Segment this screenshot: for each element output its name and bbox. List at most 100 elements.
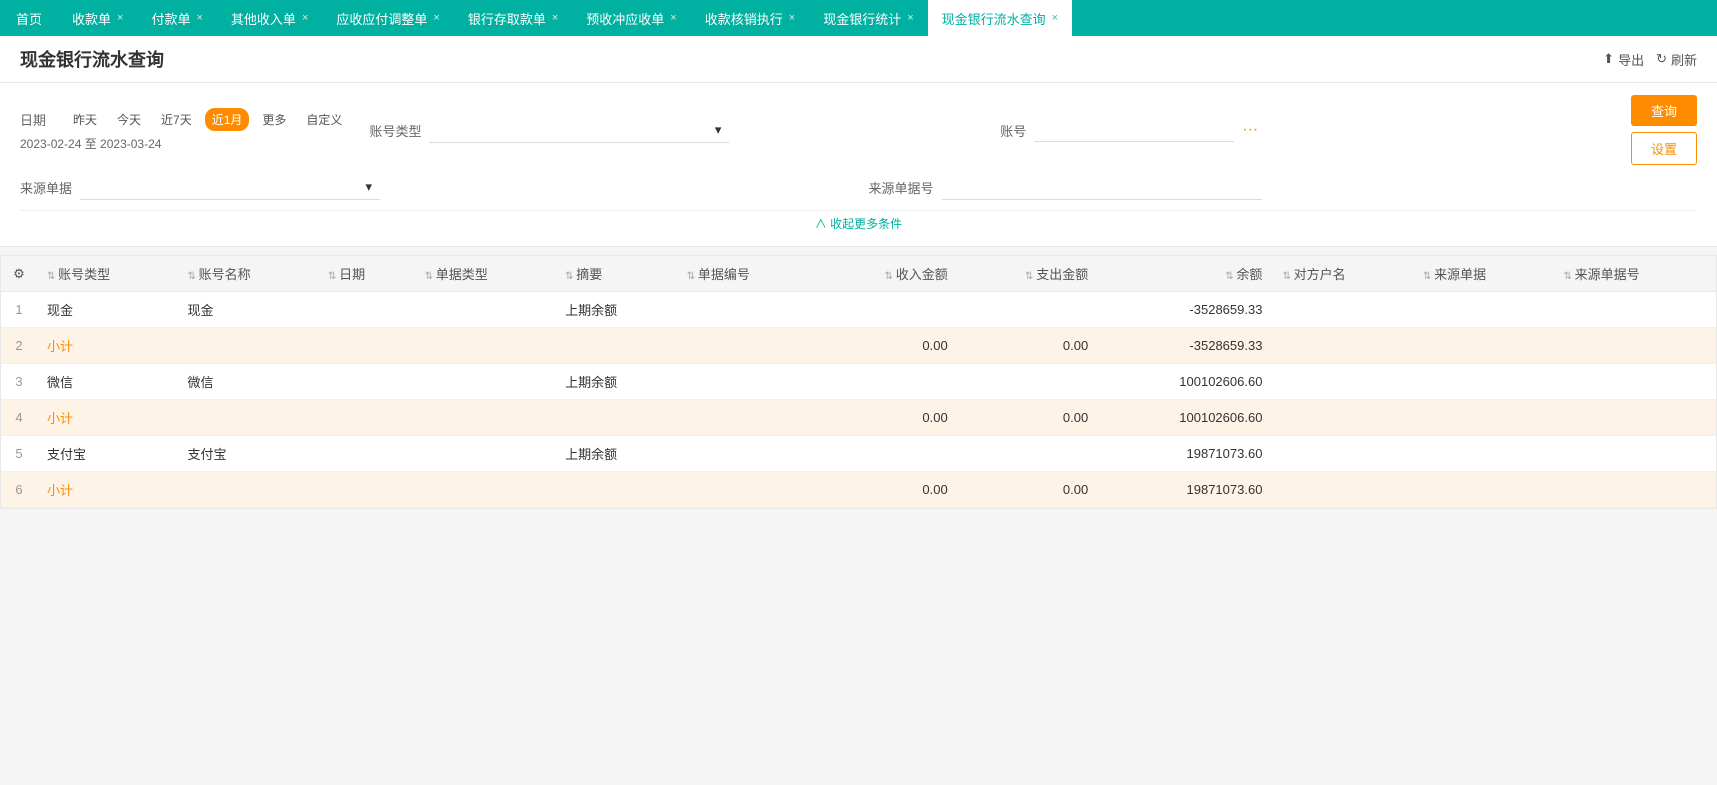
col-source-doc[interactable]: ⇅ 来源单据 (1413, 256, 1554, 292)
source-doc-num-cell (1553, 328, 1716, 364)
sort-icon: ⇅ (328, 271, 339, 282)
nav-tab-shoukuanhexiao[interactable]: 收款核销执行 × (691, 0, 809, 36)
col-account-name[interactable]: ⇅ 账号名称 (178, 256, 319, 292)
expense-cell: 0.00 (958, 472, 1099, 508)
close-icon[interactable]: × (433, 12, 439, 24)
date-cell (318, 364, 415, 400)
nav-tab-yushouchong[interactable]: 预收冲应收单 × (572, 0, 690, 36)
account-dots-button[interactable]: ··· (1242, 121, 1258, 139)
date-more-btn[interactable]: 更多 (255, 108, 293, 131)
page-header: 现金银行流水查询 ⬆ 导出 ↻ 刷新 (0, 36, 1717, 83)
date-custom-btn[interactable]: 自定义 (299, 108, 349, 131)
expense-cell (958, 292, 1099, 328)
col-date[interactable]: ⇅ 日期 (318, 256, 415, 292)
nav-tab-yinhangcunkuan[interactable]: 银行存取款单 × (454, 0, 572, 36)
table-header-row: ⚙ ⇅ 账号类型 ⇅ 账号名称 ⇅ 日期 ⇅ 单据类型 (1, 256, 1716, 292)
close-icon[interactable]: × (789, 12, 795, 24)
date-today-btn[interactable]: 今天 (110, 108, 148, 131)
doc-type-cell (415, 436, 556, 472)
account-type-select[interactable]: ▾ (429, 118, 729, 143)
doc-type-cell (415, 400, 556, 436)
row-number: 5 (1, 436, 37, 472)
query-button[interactable]: 查询 (1631, 95, 1697, 126)
summary-cell: 上期余额 (555, 436, 677, 472)
nav-tab-xianjinyinhang[interactable]: 现金银行统计 × (809, 0, 927, 36)
table-row: 3微信微信上期余额100102606.60 (1, 364, 1716, 400)
balance-cell: -3528659.33 (1098, 292, 1272, 328)
col-balance[interactable]: ⇅ 余额 (1098, 256, 1272, 292)
source-doc-cell (1413, 292, 1554, 328)
account-name-cell (178, 400, 319, 436)
row-number: 6 (1, 472, 37, 508)
sort-icon: ⇅ (47, 271, 58, 282)
sort-icon: ⇅ (565, 271, 576, 282)
close-icon[interactable]: × (552, 12, 558, 24)
close-icon[interactable]: × (196, 12, 202, 24)
col-expense[interactable]: ⇅ 支出金额 (958, 256, 1099, 292)
counter-party-cell (1272, 292, 1413, 328)
account-label: 账号 (1000, 121, 1026, 140)
nav-tab-liushui[interactable]: 现金银行流水查询 × (928, 0, 1072, 36)
counter-party-cell (1272, 328, 1413, 364)
col-doc-type[interactable]: ⇅ 单据类型 (415, 256, 556, 292)
page-title: 现金银行流水查询 (20, 46, 164, 72)
account-filter-group: 账号 ··· (1000, 118, 1611, 142)
close-icon[interactable]: × (1052, 12, 1058, 24)
col-income[interactable]: ⇅ 收入金额 (817, 256, 958, 292)
table-settings-col[interactable]: ⚙ (1, 256, 37, 292)
date-yesterday-btn[interactable]: 昨天 (66, 108, 104, 131)
source-doc-cell (1413, 436, 1554, 472)
export-button[interactable]: ⬆ 导出 (1603, 50, 1644, 69)
account-type-cell: 微信 (37, 364, 178, 400)
summary-cell: 上期余额 (555, 292, 677, 328)
close-icon[interactable]: × (670, 12, 676, 24)
date-range-display: 2023-02-24 至 2023-03-24 (20, 135, 349, 152)
gear-icon[interactable]: ⚙ (13, 266, 25, 281)
refresh-button[interactable]: ↻ 刷新 (1656, 50, 1697, 69)
nav-tab-shouкuandan[interactable]: 收款单 × (58, 0, 137, 36)
chevron-down-icon: ▾ (715, 122, 722, 138)
chevron-up-icon: ∧ (815, 217, 830, 231)
col-counter-party[interactable]: ⇅ 对方户名 (1272, 256, 1413, 292)
nav-tab-qitashouruda[interactable]: 其他收入单 × (217, 0, 322, 36)
source-doc-num-filter-group: 来源单据号 (869, 176, 1698, 200)
nav-tab-fukuandan[interactable]: 付款单 × (137, 0, 216, 36)
header-actions: ⬆ 导出 ↻ 刷新 (1603, 50, 1697, 69)
date-cell (318, 328, 415, 364)
date-cell (318, 400, 415, 436)
col-source-doc-num[interactable]: ⇅ 来源单据号 (1553, 256, 1716, 292)
col-doc-num[interactable]: ⇅ 单据编号 (677, 256, 818, 292)
doc-type-cell (415, 292, 556, 328)
source-doc-cell (1413, 472, 1554, 508)
setting-button[interactable]: 设置 (1631, 132, 1697, 165)
sort-icon: ⇅ (1225, 271, 1236, 282)
source-doc-cell (1413, 328, 1554, 364)
account-name-cell (178, 472, 319, 508)
nav-tab-yingshoutiaozheng[interactable]: 应收应付调整单 × (322, 0, 453, 36)
chevron-down-icon: ▾ (365, 179, 372, 195)
action-buttons-group: 查询 设置 (1631, 95, 1697, 165)
account-type-cell: 小计 (37, 472, 178, 508)
close-icon[interactable]: × (907, 12, 913, 24)
table-row: 1现金现金上期余额-3528659.33 (1, 292, 1716, 328)
source-doc-num-input[interactable] (942, 176, 1262, 200)
source-doc-select[interactable]: ▾ (80, 175, 380, 200)
source-doc-num-cell (1553, 400, 1716, 436)
col-summary[interactable]: ⇅ 摘要 (555, 256, 677, 292)
date-buttons: 日期 昨天 今天 近7天 近1月 更多 自定义 (20, 108, 349, 131)
collapse-bar[interactable]: ∧ 收起更多条件 (20, 210, 1697, 238)
source-doc-cell (1413, 364, 1554, 400)
account-name-cell: 现金 (178, 292, 319, 328)
close-icon[interactable]: × (302, 12, 308, 24)
data-table: ⚙ ⇅ 账号类型 ⇅ 账号名称 ⇅ 日期 ⇅ 单据类型 (1, 256, 1716, 508)
col-account-type[interactable]: ⇅ 账号类型 (37, 256, 178, 292)
close-icon[interactable]: × (117, 12, 123, 24)
account-type-cell: 小计 (37, 328, 178, 364)
balance-cell: 100102606.60 (1098, 364, 1272, 400)
account-name-cell: 支付宝 (178, 436, 319, 472)
date-1month-btn[interactable]: 近1月 (205, 108, 250, 131)
account-input[interactable] (1034, 118, 1234, 142)
date-7days-btn[interactable]: 近7天 (154, 108, 199, 131)
filter-area: 日期 昨天 今天 近7天 近1月 更多 自定义 2023-02-24 至 202… (0, 83, 1717, 247)
nav-home[interactable]: 首页 (0, 0, 58, 36)
